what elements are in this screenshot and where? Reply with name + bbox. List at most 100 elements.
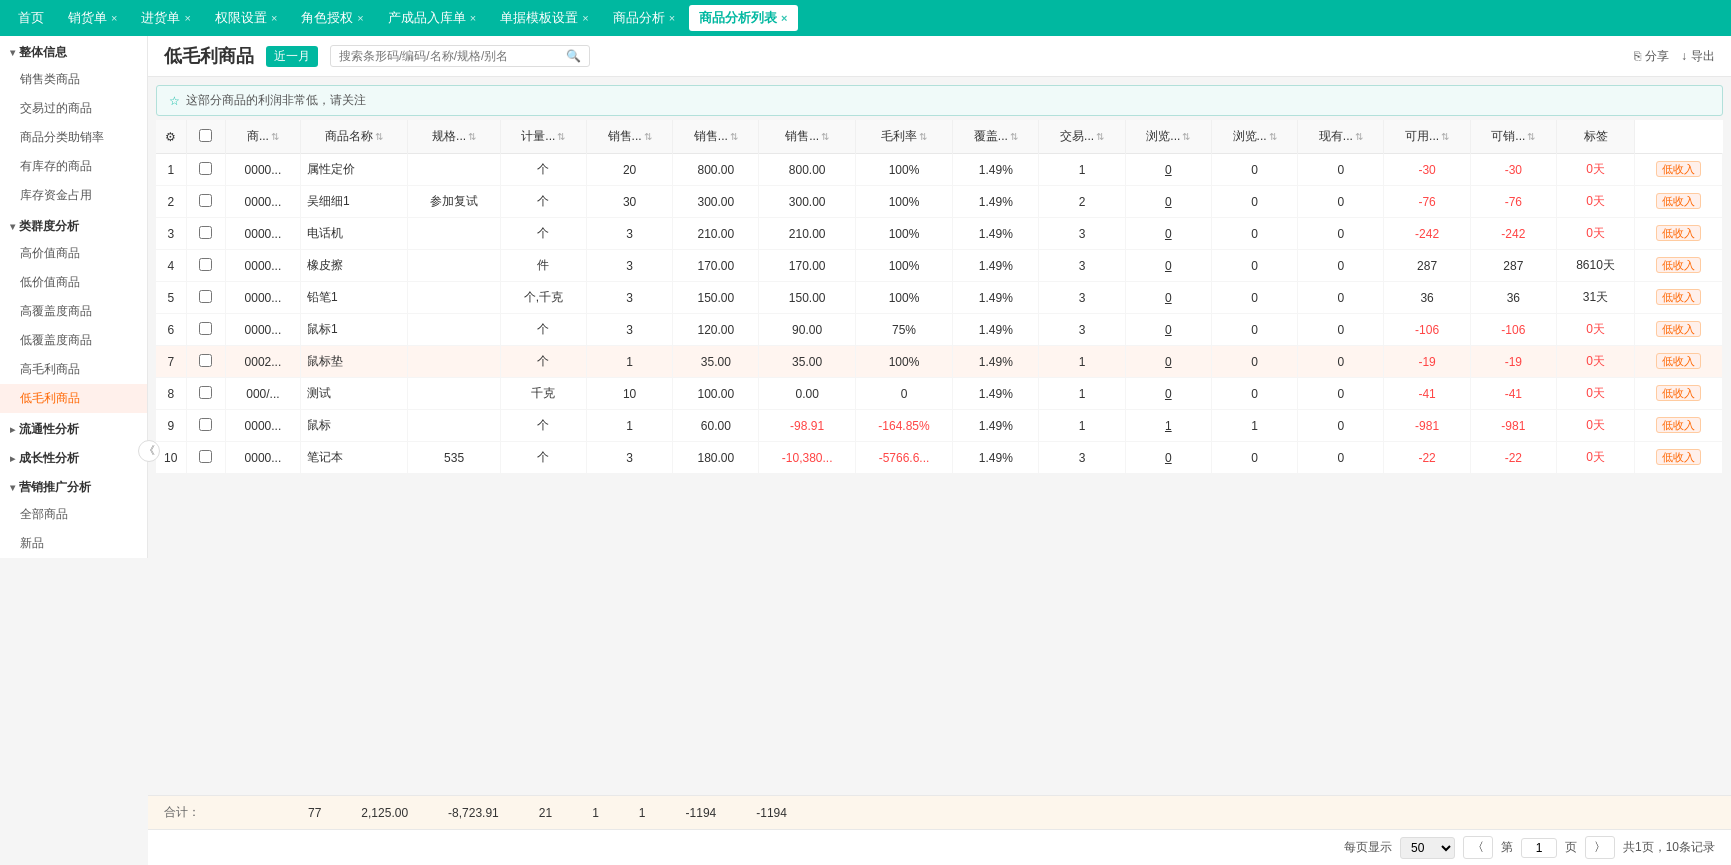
col-coverage[interactable]: 覆盖...⇅ xyxy=(953,120,1039,154)
close-product-inbound[interactable]: × xyxy=(470,12,476,24)
row-checkbox[interactable] xyxy=(186,282,225,314)
sort-sale-qty[interactable]: ⇅ xyxy=(644,131,652,142)
sidebar-item-high-value[interactable]: 高价值商品 xyxy=(0,239,147,268)
sidebar-item-low-value[interactable]: 低价值商品 xyxy=(0,268,147,297)
nav-permission[interactable]: 权限设置× xyxy=(205,5,287,31)
row-checkbox[interactable] xyxy=(186,378,225,410)
col-gross-rate[interactable]: 毛利率⇅ xyxy=(855,120,952,154)
sort-sale-amount[interactable]: ⇅ xyxy=(730,131,738,142)
row-trade[interactable]: 0 xyxy=(1125,186,1211,218)
sidebar-item-all-goods[interactable]: 全部商品 xyxy=(0,500,147,529)
col-checkbox[interactable] xyxy=(186,120,225,154)
nav-sales-order[interactable]: 销货单× xyxy=(58,5,127,31)
close-purchase-order[interactable]: × xyxy=(184,12,190,24)
col-sale-qty[interactable]: 销售...⇅ xyxy=(586,120,672,154)
col-browse1[interactable]: 浏览...⇅ xyxy=(1125,120,1211,154)
col-tag[interactable]: 标签 xyxy=(1556,120,1634,154)
sort-spec[interactable]: ⇅ xyxy=(468,131,476,142)
row-checkbox[interactable] xyxy=(186,250,225,282)
close-goods-analysis-list[interactable]: × xyxy=(781,12,787,24)
page-input[interactable] xyxy=(1521,838,1557,858)
sort-unit[interactable]: ⇅ xyxy=(557,131,565,142)
close-template-settings[interactable]: × xyxy=(582,12,588,24)
row-select-checkbox[interactable] xyxy=(199,162,212,175)
row-select-checkbox[interactable] xyxy=(199,258,212,271)
col-current-stock[interactable]: 现有...⇅ xyxy=(1298,120,1384,154)
close-sales-order[interactable]: × xyxy=(111,12,117,24)
sidebar-item-high-margin[interactable]: 高毛利商品 xyxy=(0,355,147,384)
sort-browse1[interactable]: ⇅ xyxy=(1182,131,1190,142)
row-select-checkbox[interactable] xyxy=(199,290,212,303)
row-checkbox[interactable] xyxy=(186,442,225,474)
col-unit[interactable]: 计量...⇅ xyxy=(500,120,586,154)
nav-goods-analysis-list[interactable]: 商品分析列表× xyxy=(689,5,797,31)
col-sellable-days[interactable]: 可销...⇅ xyxy=(1470,120,1556,154)
sort-coverage[interactable]: ⇅ xyxy=(1010,131,1018,142)
col-name[interactable]: 商品名称⇅ xyxy=(301,120,408,154)
sidebar-item-new-goods[interactable]: 新品 xyxy=(0,529,147,558)
row-select-checkbox[interactable] xyxy=(199,322,212,335)
row-select-checkbox[interactable] xyxy=(199,354,212,367)
nav-role-auth[interactable]: 角色授权× xyxy=(291,5,373,31)
row-trade[interactable]: 0 xyxy=(1125,378,1211,410)
sidebar-section-marketing[interactable]: ▾ 营销推广分析 xyxy=(0,471,147,500)
row-checkbox[interactable] xyxy=(186,186,225,218)
nav-purchase-order[interactable]: 进货单× xyxy=(131,5,200,31)
sidebar-item-capital[interactable]: 库存资金占用 xyxy=(0,181,147,210)
sort-available[interactable]: ⇅ xyxy=(1441,131,1449,142)
sidebar-item-high-coverage[interactable]: 高覆盖度商品 xyxy=(0,297,147,326)
search-box[interactable]: 🔍 xyxy=(330,45,590,67)
row-trade[interactable]: 0 xyxy=(1125,154,1211,186)
col-code[interactable]: 商...⇅ xyxy=(225,120,300,154)
sidebar-section-growth[interactable]: ▸ 成长性分析 xyxy=(0,442,147,471)
row-select-checkbox[interactable] xyxy=(199,386,212,399)
nav-product-inbound[interactable]: 产成品入库单× xyxy=(378,5,486,31)
row-trade[interactable]: 0 xyxy=(1125,218,1211,250)
nav-goods-analysis[interactable]: 商品分析× xyxy=(603,5,685,31)
row-checkbox[interactable] xyxy=(186,218,225,250)
sort-trade[interactable]: ⇅ xyxy=(1096,131,1104,142)
sidebar-item-in-stock[interactable]: 有库存的商品 xyxy=(0,152,147,181)
row-checkbox[interactable] xyxy=(186,346,225,378)
close-permission[interactable]: × xyxy=(271,12,277,24)
row-select-checkbox[interactable] xyxy=(199,450,212,463)
row-trade[interactable]: 0 xyxy=(1125,346,1211,378)
date-filter-tag[interactable]: 近一月 xyxy=(266,46,318,67)
row-checkbox[interactable] xyxy=(186,410,225,442)
col-sale-profit[interactable]: 销售...⇅ xyxy=(759,120,855,154)
prev-page-btn[interactable]: 〈 xyxy=(1463,836,1493,859)
row-select-checkbox[interactable] xyxy=(199,226,212,239)
search-icon[interactable]: 🔍 xyxy=(566,49,581,63)
row-checkbox[interactable] xyxy=(186,314,225,346)
row-trade[interactable]: 0 xyxy=(1125,250,1211,282)
sidebar-item-low-coverage[interactable]: 低覆盖度商品 xyxy=(0,326,147,355)
sidebar-section-circulation[interactable]: ▸ 流通性分析 xyxy=(0,413,147,442)
sort-browse2[interactable]: ⇅ xyxy=(1269,131,1277,142)
per-page-select[interactable]: 50 20 100 xyxy=(1400,837,1455,859)
sort-sale-profit[interactable]: ⇅ xyxy=(821,131,829,142)
nav-home[interactable]: 首页 xyxy=(8,5,54,31)
row-select-checkbox[interactable] xyxy=(199,194,212,207)
nav-template-settings[interactable]: 单据模板设置× xyxy=(490,5,598,31)
col-spec[interactable]: 规格...⇅ xyxy=(408,120,500,154)
close-role-auth[interactable]: × xyxy=(357,12,363,24)
sidebar-collapse-btn[interactable]: 《 xyxy=(138,440,160,462)
sidebar-item-traded-goods[interactable]: 交易过的商品 xyxy=(0,94,147,123)
col-trade[interactable]: 交易...⇅ xyxy=(1039,120,1125,154)
row-trade[interactable]: 0 xyxy=(1125,282,1211,314)
sidebar-item-sales-goods[interactable]: 销售类商品 xyxy=(0,65,147,94)
col-available[interactable]: 可用...⇅ xyxy=(1384,120,1470,154)
row-checkbox[interactable] xyxy=(186,154,225,186)
sort-gross-rate[interactable]: ⇅ xyxy=(919,131,927,142)
row-trade[interactable]: 1 xyxy=(1125,410,1211,442)
select-all-checkbox[interactable] xyxy=(199,129,212,142)
sort-current-stock[interactable]: ⇅ xyxy=(1355,131,1363,142)
next-page-btn[interactable]: 〉 xyxy=(1585,836,1615,859)
col-browse2[interactable]: 浏览...⇅ xyxy=(1211,120,1297,154)
sort-sellable-days[interactable]: ⇅ xyxy=(1527,131,1535,142)
search-input[interactable] xyxy=(339,49,560,63)
sidebar-item-low-margin[interactable]: 低毛利商品 xyxy=(0,384,147,413)
close-goods-analysis[interactable]: × xyxy=(669,12,675,24)
row-select-checkbox[interactable] xyxy=(199,418,212,431)
share-button[interactable]: ⎘ 分享 xyxy=(1634,48,1669,65)
